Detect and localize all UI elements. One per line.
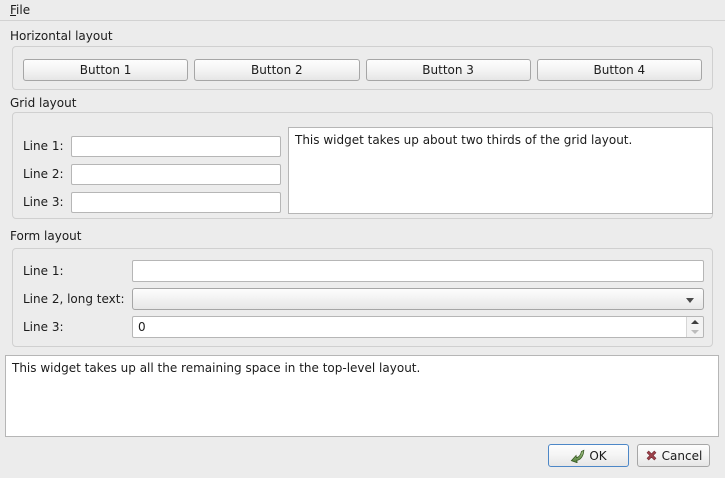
- grid-line3-label: Line 3:: [23, 195, 64, 209]
- spinbox-buttons: [686, 317, 703, 337]
- form-group-title: Form layout: [10, 229, 82, 243]
- ok-button[interactable]: OK: [548, 444, 629, 467]
- grid-group-title: Grid layout: [10, 96, 77, 110]
- form-line1-label: Line 1:: [23, 264, 64, 278]
- form-line3-label: Line 3:: [23, 320, 64, 334]
- spinbox-down-button[interactable]: [687, 327, 703, 337]
- menu-file-rest: ile: [16, 3, 31, 17]
- button-4[interactable]: Button 4: [536, 59, 702, 81]
- button-1[interactable]: Button 1: [23, 59, 189, 81]
- arrow-up-icon: [691, 320, 699, 324]
- grid-line2-input[interactable]: [71, 164, 281, 185]
- grid-line1-label: Line 1:: [23, 139, 64, 153]
- grid-line1-input[interactable]: [71, 136, 281, 157]
- cancel-button-label: Cancel: [661, 448, 703, 463]
- arrow-down-icon: [691, 330, 699, 334]
- horizontal-group-frame: Button 1 Button 2 Button 3 Button 4: [12, 46, 713, 90]
- horizontal-button-row: Button 1 Button 2 Button 3 Button 4: [23, 59, 702, 81]
- button-3[interactable]: Button 3: [365, 59, 531, 81]
- menu-bar: File: [0, 0, 725, 21]
- form-line2-combobox[interactable]: [132, 288, 704, 310]
- form-line2-label: Line 2, long text:: [23, 292, 125, 306]
- cancel-x-icon: [645, 449, 658, 462]
- horizontal-group-title: Horizontal layout: [10, 29, 113, 43]
- form-line1-input[interactable]: [132, 260, 704, 282]
- cancel-button[interactable]: Cancel: [637, 444, 710, 467]
- chevron-down-icon: [686, 298, 694, 303]
- grid-line2-label: Line 2:: [23, 167, 64, 181]
- grid-group-frame: Line 1: Line 2: Line 3: This widget take…: [12, 112, 713, 219]
- grid-text-edit[interactable]: This widget takes up about two thirds of…: [288, 127, 713, 214]
- form-line3-spinbox[interactable]: 0: [132, 316, 704, 338]
- button-2[interactable]: Button 2: [194, 59, 360, 81]
- bottom-text-edit[interactable]: This widget takes up all the remaining s…: [5, 355, 719, 437]
- spinbox-up-button[interactable]: [687, 317, 703, 327]
- spinbox-value: 0: [138, 320, 146, 334]
- ok-check-arrow-icon: [570, 448, 585, 464]
- basic-layouts-dialog: { "menubar": { "file": { "mnemonic": "F"…: [0, 0, 725, 478]
- menu-file[interactable]: File: [0, 0, 40, 20]
- form-group-frame: Line 1: Line 2, long text: Line 3: 0: [12, 248, 713, 347]
- grid-line3-input[interactable]: [71, 192, 281, 213]
- ok-button-label: OK: [589, 448, 607, 463]
